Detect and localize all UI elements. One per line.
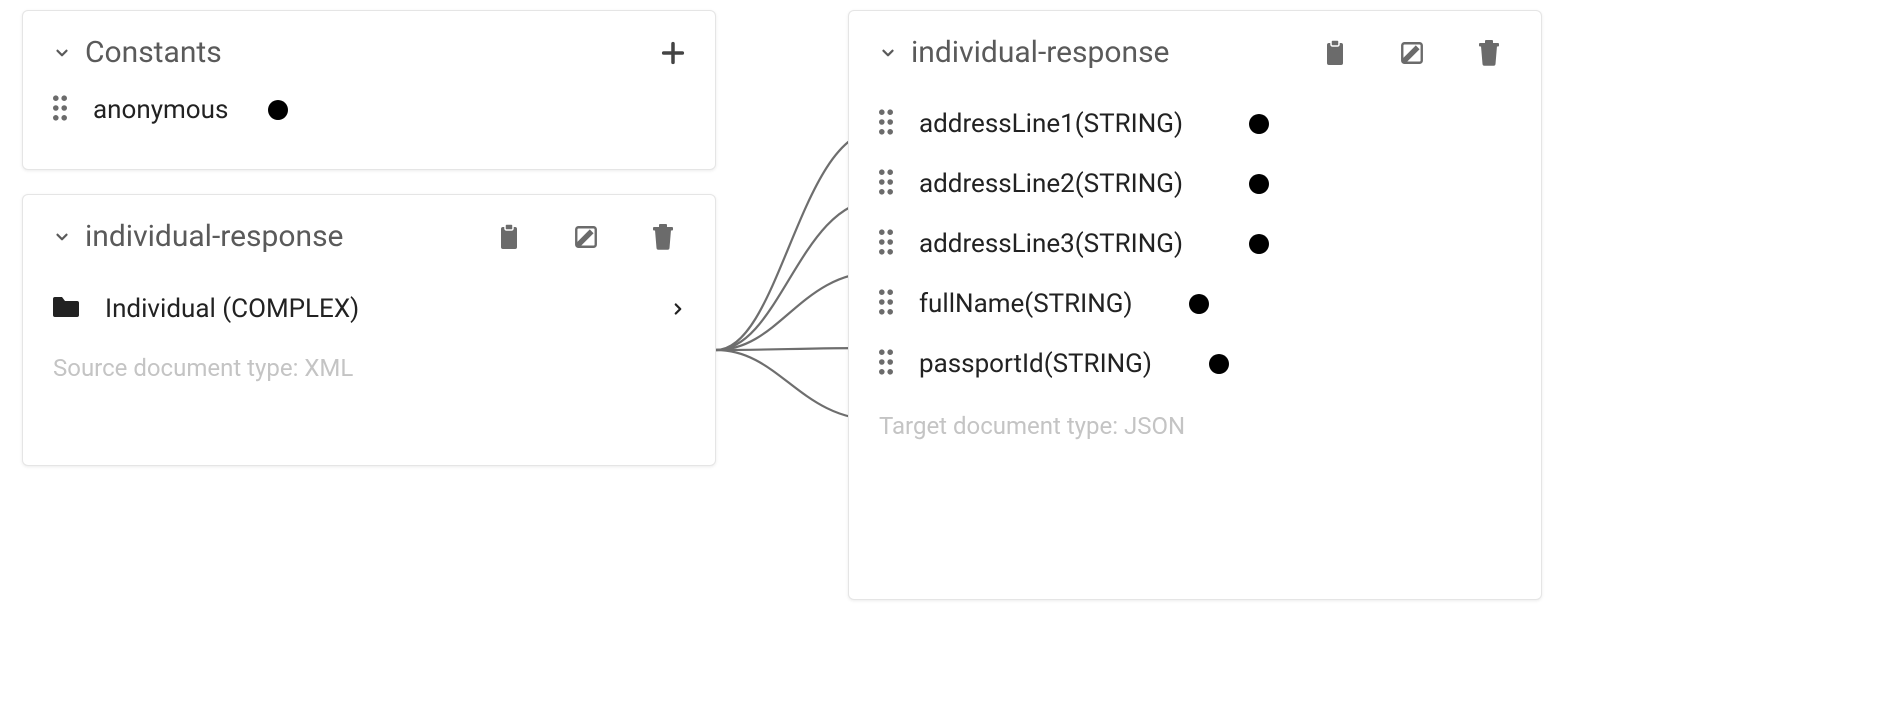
source-doc-type: Source document type: XML bbox=[23, 336, 715, 404]
drag-handle-icon[interactable] bbox=[877, 108, 895, 140]
edit-icon[interactable] bbox=[1399, 40, 1425, 66]
constants-header: Constants bbox=[23, 11, 715, 88]
target-item[interactable]: addressLine1(STRING) bbox=[849, 94, 1541, 154]
source-title: individual-response bbox=[85, 219, 343, 254]
drag-handle-icon[interactable] bbox=[51, 94, 69, 126]
clipboard-icon[interactable] bbox=[1323, 39, 1347, 67]
target-body: addressLine1(STRING) addressLine2(STRING… bbox=[849, 88, 1541, 462]
constants-panel: Constants anonymous bbox=[22, 10, 716, 170]
mapping-port[interactable] bbox=[1249, 234, 1269, 254]
target-item[interactable]: passportId(STRING) bbox=[849, 334, 1541, 394]
drag-handle-icon[interactable] bbox=[877, 228, 895, 260]
add-constant-button[interactable] bbox=[659, 39, 687, 67]
source-item-label: Individual (COMPLEX) bbox=[105, 294, 359, 324]
target-item-label: fullName(STRING) bbox=[919, 289, 1159, 319]
target-header: individual-response bbox=[849, 11, 1541, 88]
mapping-port[interactable] bbox=[1249, 114, 1269, 134]
chevron-right-icon[interactable] bbox=[669, 300, 687, 318]
target-item[interactable]: fullName(STRING) bbox=[849, 274, 1541, 334]
clipboard-icon[interactable] bbox=[497, 223, 521, 251]
mapping-port[interactable] bbox=[268, 100, 288, 120]
edit-icon[interactable] bbox=[573, 224, 599, 250]
source-header: individual-response bbox=[23, 195, 715, 272]
source-body: Individual (COMPLEX) Source document typ… bbox=[23, 272, 715, 404]
target-item-label: addressLine2(STRING) bbox=[919, 169, 1219, 199]
target-item-label: passportId(STRING) bbox=[919, 349, 1179, 379]
target-panel: individual-response addressLine1(STRING) bbox=[848, 10, 1542, 600]
source-item[interactable]: Individual (COMPLEX) bbox=[23, 272, 715, 336]
drag-handle-icon[interactable] bbox=[877, 288, 895, 320]
drag-handle-icon[interactable] bbox=[877, 168, 895, 200]
target-item-label: addressLine3(STRING) bbox=[919, 229, 1219, 259]
constant-label: anonymous bbox=[93, 95, 228, 125]
constants-title: Constants bbox=[85, 35, 222, 70]
target-item-label: addressLine1(STRING) bbox=[919, 109, 1219, 139]
target-item[interactable]: addressLine2(STRING) bbox=[849, 154, 1541, 214]
target-item[interactable]: addressLine3(STRING) bbox=[849, 214, 1541, 274]
source-panel: individual-response Individual (COMPLEX) bbox=[22, 194, 716, 466]
target-title: individual-response bbox=[911, 35, 1169, 70]
chevron-down-icon[interactable] bbox=[53, 228, 71, 246]
constant-item[interactable]: anonymous bbox=[23, 88, 715, 144]
mapping-port[interactable] bbox=[1209, 354, 1229, 374]
chevron-down-icon[interactable] bbox=[879, 44, 897, 62]
mapping-port[interactable] bbox=[1189, 294, 1209, 314]
constants-body: anonymous bbox=[23, 88, 715, 144]
chevron-down-icon[interactable] bbox=[53, 44, 71, 62]
folder-icon bbox=[51, 295, 81, 323]
drag-handle-icon[interactable] bbox=[877, 348, 895, 380]
mapping-port[interactable] bbox=[1249, 174, 1269, 194]
target-doc-type: Target document type: JSON bbox=[849, 394, 1541, 462]
trash-icon[interactable] bbox=[651, 223, 675, 251]
trash-icon[interactable] bbox=[1477, 39, 1501, 67]
